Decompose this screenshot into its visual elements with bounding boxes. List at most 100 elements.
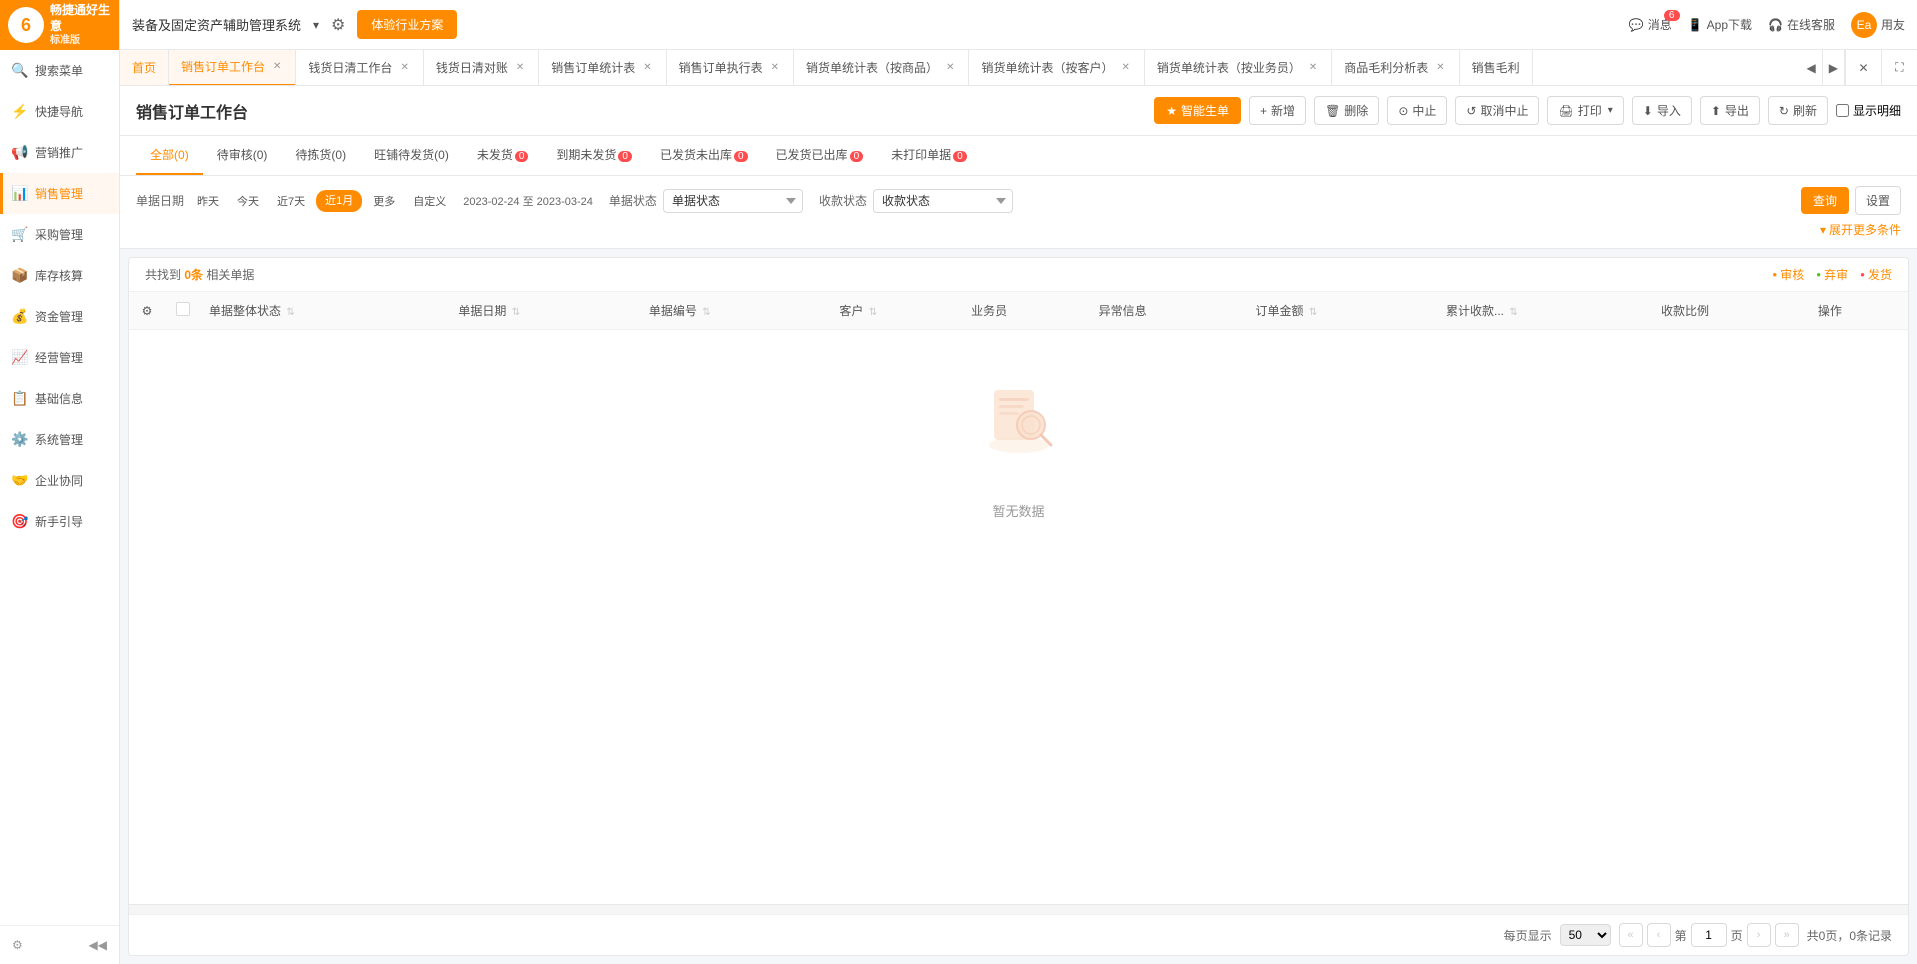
message-btn[interactable]: 💬 消息 6 bbox=[1629, 16, 1672, 33]
system-dropdown[interactable]: ▾ bbox=[313, 18, 319, 32]
sidebar-item-quick-nav[interactable]: ⚡ 快捷导航 bbox=[0, 91, 119, 132]
sort-status-icon[interactable]: ⇅ bbox=[286, 307, 294, 318]
show-detail-label[interactable]: 显示明细 bbox=[1836, 102, 1901, 119]
quick-action-review[interactable]: 审核 bbox=[1772, 266, 1804, 283]
filter-settings-btn[interactable]: 设置 bbox=[1855, 186, 1901, 215]
tab-close-sales-stats[interactable]: ✕ bbox=[641, 61, 653, 74]
tab-prev-btn[interactable]: ◀ bbox=[1801, 50, 1823, 86]
tab-close-sales-summary-staff[interactable]: ✕ bbox=[1307, 61, 1319, 74]
tab-sales-stats[interactable]: 销售订单统计表 ✕ bbox=[539, 50, 666, 86]
sidebar-item-sales[interactable]: 📊 销售管理 bbox=[0, 173, 119, 214]
filter-tab-not-shipped[interactable]: 未发货0 bbox=[463, 136, 543, 175]
tab-close-all-btn[interactable]: ✕ bbox=[1845, 50, 1881, 86]
chart-icon: 📊 bbox=[11, 185, 29, 202]
filter-tab-shipped-not-out[interactable]: 已发货未出库0 bbox=[646, 136, 762, 175]
date-btn-7days[interactable]: 近7天 bbox=[270, 190, 312, 212]
delete-btn[interactable]: 🗑 删除 bbox=[1314, 96, 1379, 125]
smart-btn[interactable]: ★ 智能生单 bbox=[1154, 97, 1241, 124]
stop-btn[interactable]: ⊙ 中止 bbox=[1387, 96, 1447, 125]
user-menu[interactable]: Ea 用友 bbox=[1851, 12, 1905, 38]
date-btn-1month[interactable]: 近1月 bbox=[316, 190, 362, 212]
sidebar-item-marketing[interactable]: 📢 营销推广 bbox=[0, 132, 119, 173]
tab-sales-workbench[interactable]: 销售订单工作台 ✕ bbox=[169, 50, 296, 86]
show-detail-checkbox[interactable] bbox=[1836, 104, 1849, 117]
app-download-btn[interactable]: 📱 App下载 bbox=[1688, 16, 1752, 33]
tab-next-btn[interactable]: ▶ bbox=[1823, 50, 1845, 86]
tab-close-sales-summary-product[interactable]: ✕ bbox=[944, 61, 956, 74]
filter-tab-all[interactable]: 全部(0) bbox=[136, 136, 203, 175]
sort-date-icon[interactable]: ⇅ bbox=[512, 307, 520, 318]
tab-close-product-margin[interactable]: ✕ bbox=[1434, 61, 1446, 74]
tab-cash-reconcile[interactable]: 钱货日清对账 ✕ bbox=[424, 50, 539, 86]
sort-number-icon[interactable]: ⇅ bbox=[702, 307, 710, 318]
tab-close-sales-summary-customer[interactable]: ✕ bbox=[1119, 61, 1131, 74]
tab-sales-gross[interactable]: 销售毛利 bbox=[1460, 50, 1533, 86]
sidebar-item-guide[interactable]: 🎯 新手引导 bbox=[0, 501, 119, 542]
filter-tab-pending-review[interactable]: 待审核(0) bbox=[203, 136, 282, 175]
tab-close-cash-reconcile[interactable]: ✕ bbox=[514, 61, 526, 74]
prev-page-btn[interactable]: ‹ bbox=[1647, 923, 1671, 947]
sidebar-item-search[interactable]: 🔍 搜索菜单 bbox=[0, 50, 119, 91]
filter-tab-pending-pickup[interactable]: 待拣货(0) bbox=[281, 136, 360, 175]
sidebar-item-system[interactable]: ⚙️ 系统管理 bbox=[0, 419, 119, 460]
solution-btn[interactable]: 体验行业方案 bbox=[357, 10, 457, 39]
refresh-btn[interactable]: ↻ 刷新 bbox=[1768, 96, 1828, 125]
gear-icon[interactable]: ⚙ bbox=[142, 304, 153, 318]
settings-bottom-btn[interactable]: ⚙ bbox=[8, 934, 27, 956]
date-range-display: 2023-02-24 至 2023-03-24 bbox=[463, 193, 593, 209]
sidebar-item-cooperation[interactable]: 🤝 企业协同 bbox=[0, 460, 119, 501]
filter-tab-expired[interactable]: 到期未发货0 bbox=[542, 136, 646, 175]
tab-sales-summary-product[interactable]: 销货单统计表（按商品） ✕ bbox=[794, 50, 969, 86]
tab-close-sales-exec[interactable]: ✕ bbox=[769, 61, 781, 74]
sidebar-item-purchase[interactable]: 🛒 采购管理 bbox=[0, 214, 119, 255]
export-btn[interactable]: ⬆ 导出 bbox=[1700, 96, 1760, 125]
system-title: 装备及固定资产辅助管理系统 bbox=[132, 15, 301, 34]
date-btn-custom[interactable]: 自定义 bbox=[406, 190, 453, 212]
online-service-btn[interactable]: 🎧 在线客服 bbox=[1768, 16, 1835, 33]
last-page-btn[interactable]: » bbox=[1775, 923, 1799, 947]
print-btn[interactable]: 🖨 打印 ▾ bbox=[1547, 96, 1623, 125]
add-btn[interactable]: + 新增 bbox=[1249, 96, 1306, 125]
stop-icon: ⊙ bbox=[1398, 104, 1408, 118]
tab-sales-exec[interactable]: 销售订单执行表 ✕ bbox=[667, 50, 794, 86]
expand-btn[interactable]: ▾ 展开更多条件 bbox=[1820, 221, 1901, 238]
tab-close-sales-workbench[interactable]: ✕ bbox=[271, 60, 283, 73]
sidebar-item-operations[interactable]: 📈 经营管理 bbox=[0, 337, 119, 378]
quick-action-ship[interactable]: 发货 bbox=[1860, 266, 1892, 283]
sidebar-item-inventory[interactable]: 📦 库存核算 bbox=[0, 255, 119, 296]
megaphone-icon: 📢 bbox=[11, 144, 29, 161]
tab-cash-daily[interactable]: 钱货日清工作台 ✕ bbox=[296, 50, 423, 86]
page-input[interactable] bbox=[1691, 923, 1727, 947]
tab-close-cash-daily[interactable]: ✕ bbox=[398, 61, 410, 74]
tab-product-margin[interactable]: 商品毛利分析表 ✕ bbox=[1332, 50, 1459, 86]
horizontal-scrollbar[interactable] bbox=[129, 904, 1908, 914]
filter-payment-item: 收款状态 收款状态 bbox=[819, 189, 1013, 213]
cancel-stop-btn[interactable]: ↺ 取消中止 bbox=[1455, 96, 1539, 125]
status-select[interactable]: 单据状态 bbox=[663, 189, 803, 213]
settings-icon[interactable]: ⚙ bbox=[327, 11, 349, 39]
payment-select[interactable]: 收款状态 bbox=[873, 189, 1013, 213]
sort-collected-icon[interactable]: ⇅ bbox=[1509, 307, 1517, 318]
filter-tab-shipped-out[interactable]: 已发货已出库0 bbox=[762, 136, 878, 175]
filter-tab-wangpu[interactable]: 旺铺待发货(0) bbox=[360, 136, 463, 175]
sidebar-item-finance[interactable]: 💰 资金管理 bbox=[0, 296, 119, 337]
next-page-btn[interactable]: › bbox=[1747, 923, 1771, 947]
import-btn[interactable]: ⬇ 导入 bbox=[1632, 96, 1692, 125]
filter-tab-not-printed[interactable]: 未打印单据0 bbox=[877, 136, 981, 175]
first-page-btn[interactable]: « bbox=[1619, 923, 1643, 947]
tab-home[interactable]: 首页 bbox=[120, 50, 169, 86]
sort-customer-icon[interactable]: ⇅ bbox=[869, 307, 877, 318]
tab-expand-btn[interactable]: ⛶ bbox=[1881, 50, 1917, 86]
query-btn[interactable]: 查询 bbox=[1801, 187, 1849, 214]
select-all-checkbox[interactable] bbox=[176, 302, 190, 316]
quick-action-reject[interactable]: 弃审 bbox=[1816, 266, 1848, 283]
sort-amount-icon[interactable]: ⇅ bbox=[1309, 307, 1317, 318]
tab-sales-summary-customer[interactable]: 销货单统计表（按客户） ✕ bbox=[969, 50, 1144, 86]
per-page-select[interactable]: 50 10 20 100 bbox=[1560, 924, 1611, 946]
date-btn-more[interactable]: 更多 bbox=[366, 190, 402, 212]
date-btn-today[interactable]: 今天 bbox=[230, 190, 266, 212]
collapse-btn[interactable]: ◀◀ bbox=[85, 934, 111, 956]
date-btn-yesterday[interactable]: 昨天 bbox=[190, 190, 226, 212]
tab-sales-summary-staff[interactable]: 销货单统计表（按业务员） ✕ bbox=[1145, 50, 1332, 86]
sidebar-item-basic-info[interactable]: 📋 基础信息 bbox=[0, 378, 119, 419]
